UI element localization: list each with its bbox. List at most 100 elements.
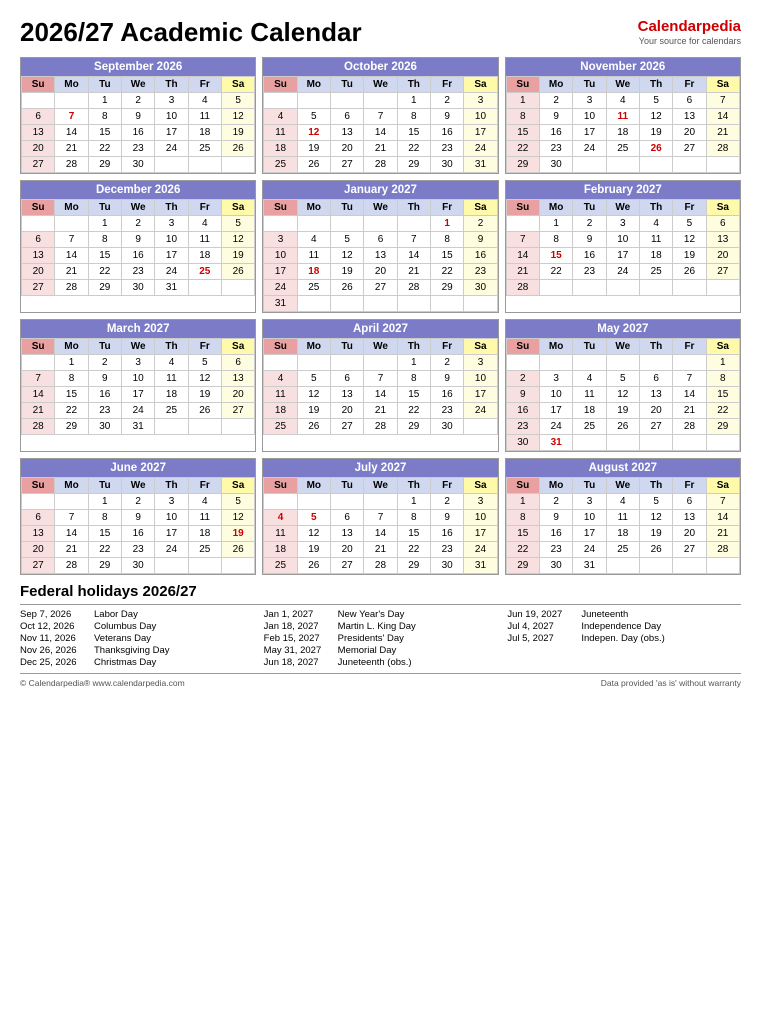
cal-day — [330, 354, 363, 370]
cal-day: 20 — [639, 402, 672, 418]
cal-table: SuMoTuWeThFrSa12345678910111213141516171… — [21, 338, 255, 435]
cal-day: 18 — [297, 263, 330, 279]
cal-day: 18 — [188, 525, 221, 541]
cal-day: 5 — [188, 354, 221, 370]
col-header-th: Th — [155, 338, 188, 354]
cal-day: 4 — [606, 92, 639, 108]
col-header-mo: Mo — [297, 477, 330, 493]
cal-day: 12 — [606, 386, 639, 402]
cal-table: SuMoTuWeThFrSa12345678910111213141516171… — [506, 199, 740, 296]
cal-day: 2 — [506, 370, 539, 386]
cal-week: 27282930 — [22, 557, 255, 573]
cal-day — [639, 354, 672, 370]
cal-day: 4 — [264, 509, 297, 525]
cal-week: 11121314151617 — [264, 124, 497, 140]
cal-day — [221, 557, 254, 573]
cal-week: 23242526272829 — [506, 418, 739, 434]
cal-day: 14 — [55, 247, 88, 263]
cal-week: 22232425262728 — [506, 541, 739, 557]
cal-day: 19 — [639, 525, 672, 541]
cal-day — [706, 434, 739, 450]
cal-day — [155, 557, 188, 573]
cal-day: 4 — [155, 354, 188, 370]
cal-day: 13 — [673, 108, 706, 124]
logo-brand: Calendarpedia — [638, 18, 741, 36]
cal-day: 14 — [364, 386, 397, 402]
cal-day: 1 — [88, 92, 121, 108]
cal-day — [297, 354, 330, 370]
cal-day: 8 — [88, 108, 121, 124]
cal-day: 21 — [55, 263, 88, 279]
month-title: April 2027 — [263, 320, 497, 338]
cal-day: 9 — [464, 231, 497, 247]
cal-day: 15 — [506, 525, 539, 541]
cal-day: 18 — [188, 247, 221, 263]
cal-day: 14 — [22, 386, 55, 402]
month-block-september-2026: September 2026SuMoTuWeThFrSa123456789101… — [20, 57, 256, 174]
cal-table: SuMoTuWeThFrSa12345678910111213141516171… — [263, 76, 497, 173]
col-header-sa: Sa — [706, 199, 739, 215]
col-header-we: We — [121, 477, 154, 493]
cal-day: 9 — [88, 370, 121, 386]
holiday-row: Jan 1, 2027New Year's Day — [264, 609, 498, 620]
col-header-we: We — [606, 477, 639, 493]
cal-day — [364, 354, 397, 370]
cal-day: 9 — [430, 509, 463, 525]
cal-day: 14 — [506, 247, 539, 263]
cal-day: 5 — [673, 215, 706, 231]
cal-day — [639, 156, 672, 172]
cal-day: 8 — [506, 509, 539, 525]
logo-area: Calendarpedia Your source for calendars — [638, 18, 741, 47]
cal-day: 1 — [506, 493, 539, 509]
month-title: August 2027 — [506, 459, 740, 477]
cal-day: 29 — [706, 418, 739, 434]
cal-table: SuMoTuWeThFrSa12345678910111213141516171… — [263, 199, 497, 312]
col-header-th: Th — [155, 199, 188, 215]
cal-table: SuMoTuWeThFrSa12345678910111213141516171… — [506, 338, 740, 451]
cal-day: 28 — [706, 140, 739, 156]
cal-day — [639, 434, 672, 450]
cal-day: 7 — [55, 231, 88, 247]
cal-day: 6 — [706, 215, 739, 231]
cal-day: 13 — [330, 386, 363, 402]
cal-week: 13141516171819 — [22, 247, 255, 263]
cal-day: 15 — [430, 247, 463, 263]
cal-day: 19 — [221, 525, 254, 541]
holiday-date: Jun 19, 2027 — [507, 609, 575, 620]
cal-day: 10 — [464, 108, 497, 124]
cal-day: 17 — [155, 525, 188, 541]
cal-day: 14 — [397, 247, 430, 263]
cal-table: SuMoTuWeThFrSa12345678910111213141516171… — [21, 76, 255, 173]
cal-day: 6 — [639, 370, 672, 386]
cal-day: 19 — [297, 402, 330, 418]
cal-day — [606, 354, 639, 370]
col-header-su: Su — [264, 477, 297, 493]
cal-day: 24 — [264, 279, 297, 295]
col-header-su: Su — [264, 338, 297, 354]
cal-day: 12 — [673, 231, 706, 247]
cal-day: 7 — [673, 370, 706, 386]
cal-day: 12 — [221, 108, 254, 124]
cal-day: 12 — [330, 247, 363, 263]
cal-day: 10 — [464, 509, 497, 525]
cal-day: 30 — [464, 279, 497, 295]
cal-day: 14 — [364, 124, 397, 140]
cal-week: 12345 — [22, 493, 255, 509]
cal-week: 28293031 — [22, 418, 255, 434]
col-header-mo: Mo — [55, 477, 88, 493]
cal-day: 28 — [55, 279, 88, 295]
cal-day: 19 — [221, 124, 254, 140]
cal-day: 11 — [606, 108, 639, 124]
cal-day: 5 — [221, 493, 254, 509]
cal-day — [606, 279, 639, 295]
cal-day: 18 — [639, 247, 672, 263]
cal-day: 1 — [506, 92, 539, 108]
cal-day: 29 — [88, 557, 121, 573]
cal-week: 6789101112 — [22, 231, 255, 247]
cal-day: 22 — [88, 263, 121, 279]
cal-week: 28 — [506, 279, 739, 295]
month-block-december-2026: December 2026SuMoTuWeThFrSa1234567891011… — [20, 180, 256, 313]
cal-week: 3031 — [506, 434, 739, 450]
cal-day: 5 — [297, 509, 330, 525]
cal-day: 3 — [573, 493, 606, 509]
